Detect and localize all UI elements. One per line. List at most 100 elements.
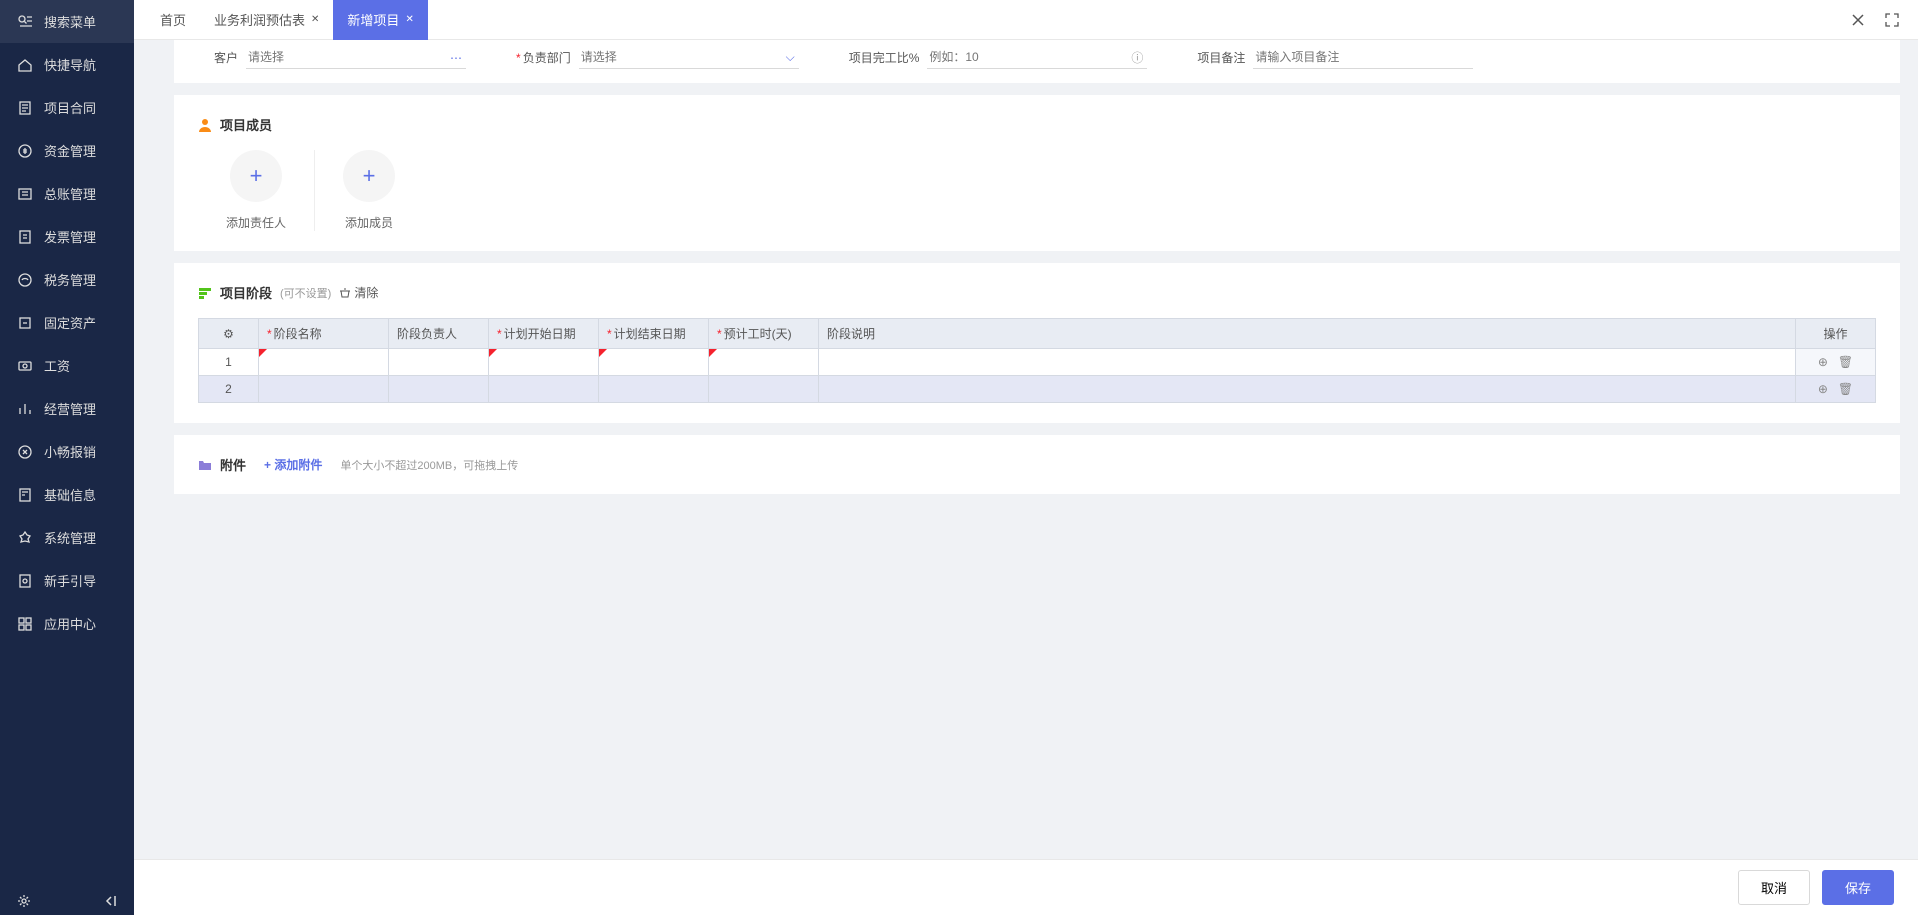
sidebar-item-funds[interactable]: 资金管理 bbox=[0, 129, 134, 172]
sidebar-item-invoice[interactable]: 发票管理 bbox=[0, 215, 134, 258]
app-center-icon bbox=[16, 615, 34, 633]
invoice-icon bbox=[16, 228, 34, 246]
sidebar-item-ledger[interactable]: 总账管理 bbox=[0, 172, 134, 215]
table-row[interactable]: 2 ⊕ 🗑 bbox=[199, 376, 1876, 403]
sidebar-item-label: 系统管理 bbox=[44, 528, 96, 547]
section-attachments: 附件 + 添加附件 单个大小不超过200MB，可拖拽上传 bbox=[174, 435, 1900, 494]
sidebar-item-system[interactable]: 系统管理 bbox=[0, 516, 134, 559]
field-label: 项目备注 bbox=[1197, 49, 1245, 66]
cell-stage-name[interactable] bbox=[259, 376, 389, 403]
cell-op: ⊕ 🗑 bbox=[1796, 376, 1876, 403]
save-button[interactable]: 保存 bbox=[1822, 870, 1894, 905]
close-icon[interactable]: ✕ bbox=[311, 14, 319, 25]
sidebar-item-label: 快捷导航 bbox=[44, 55, 96, 74]
user-icon bbox=[198, 118, 212, 132]
tab-label: 业务利润预估表 bbox=[214, 10, 305, 29]
sidebar-item-salary[interactable]: 工资 bbox=[0, 344, 134, 387]
sidebar-item-quicknav[interactable]: 快捷导航 bbox=[0, 43, 134, 86]
delete-row-icon[interactable]: 🗑 bbox=[1838, 382, 1853, 396]
sidebar-item-label: 税务管理 bbox=[44, 270, 96, 289]
col-hours: *预计工时(天) bbox=[709, 319, 819, 349]
add-member-button[interactable]: + bbox=[343, 150, 395, 202]
sidebar-item-label: 应用中心 bbox=[44, 614, 96, 633]
gear-icon: ⚙ bbox=[223, 327, 234, 341]
section-members: 项目成员 + 添加责任人 + 添加成员 bbox=[174, 95, 1900, 251]
cancel-button[interactable]: 取消 bbox=[1738, 870, 1810, 905]
close-panel-icon[interactable] bbox=[1848, 10, 1868, 30]
cell-stage-name[interactable] bbox=[259, 349, 389, 376]
add-owner-button[interactable]: + bbox=[230, 150, 282, 202]
add-owner-label: 添加责任人 bbox=[226, 214, 286, 231]
more-icon[interactable]: ⋯ bbox=[450, 51, 462, 65]
footer-bar: 取消 保存 bbox=[134, 859, 1918, 915]
sidebar-item-fixed-asset[interactable]: 固定资产 bbox=[0, 301, 134, 344]
sidebar-bottom bbox=[0, 881, 134, 915]
cell-op: ⊕ 🗑 bbox=[1796, 349, 1876, 376]
table-row[interactable]: 1 ⊕ 🗑 bbox=[199, 349, 1876, 376]
cell-end-date[interactable] bbox=[599, 376, 709, 403]
add-owner-block: + 添加责任人 bbox=[198, 150, 314, 231]
stage-icon bbox=[198, 286, 212, 300]
sidebar-item-guide[interactable]: 新手引导 bbox=[0, 559, 134, 602]
sidebar-item-operation[interactable]: 经营管理 bbox=[0, 387, 134, 430]
tab-label: 首页 bbox=[160, 10, 186, 29]
sidebar-item-app-center[interactable]: 应用中心 bbox=[0, 602, 134, 645]
help-icon[interactable]: ⓘ bbox=[1131, 49, 1143, 66]
row-index: 2 bbox=[199, 376, 259, 403]
info-icon bbox=[16, 486, 34, 504]
col-op: 操作 bbox=[1796, 319, 1876, 349]
reimburse-icon bbox=[16, 443, 34, 461]
sidebar-item-basic-info[interactable]: 基础信息 bbox=[0, 473, 134, 516]
col-start-date: *计划开始日期 bbox=[489, 319, 599, 349]
completion-input[interactable] bbox=[927, 46, 1147, 69]
main: 首页 业务利润预估表✕ 新增项目✕ 客户 ⋯ *负责部门 bbox=[134, 0, 1918, 915]
sidebar-item-label: 新手引导 bbox=[44, 571, 96, 590]
add-attachment-button[interactable]: + 添加附件 bbox=[264, 456, 322, 473]
cell-stage-owner[interactable] bbox=[389, 349, 489, 376]
col-stage-name: *阶段名称 bbox=[259, 319, 389, 349]
add-row-icon[interactable]: ⊕ bbox=[1818, 382, 1828, 396]
gear-icon[interactable] bbox=[16, 893, 32, 909]
delete-row-icon[interactable]: 🗑 bbox=[1838, 355, 1853, 369]
tab-new-project[interactable]: 新增项目 ✕ bbox=[333, 0, 427, 40]
sidebar-item-label: 总账管理 bbox=[44, 184, 96, 203]
money-icon bbox=[16, 142, 34, 160]
tab-profit-report[interactable]: 业务利润预估表 ✕ bbox=[200, 0, 333, 40]
section-note: (可不设置) bbox=[280, 285, 331, 301]
add-row-icon[interactable]: ⊕ bbox=[1818, 355, 1828, 369]
sidebar-item-label: 经营管理 bbox=[44, 399, 96, 418]
form-row: 客户 ⋯ *负责部门 ⌵ 项目完工比% bbox=[174, 40, 1900, 83]
department-select[interactable] bbox=[579, 46, 799, 69]
clear-stages-button[interactable]: 清除 bbox=[339, 284, 378, 301]
system-icon bbox=[16, 529, 34, 547]
cell-hours[interactable] bbox=[709, 349, 819, 376]
sidebar-item-reimburse[interactable]: 小畅报销 bbox=[0, 430, 134, 473]
cell-desc[interactable] bbox=[819, 349, 1796, 376]
customer-select[interactable] bbox=[246, 46, 466, 69]
cell-start-date[interactable] bbox=[489, 376, 599, 403]
col-desc: 阶段说明 bbox=[819, 319, 1796, 349]
col-gear[interactable]: ⚙ bbox=[199, 319, 259, 349]
fullscreen-icon[interactable] bbox=[1882, 10, 1902, 30]
guide-icon bbox=[16, 572, 34, 590]
collapse-icon[interactable] bbox=[102, 893, 118, 909]
cell-end-date[interactable] bbox=[599, 349, 709, 376]
remark-input[interactable] bbox=[1253, 46, 1473, 69]
home-icon bbox=[16, 56, 34, 74]
close-icon[interactable]: ✕ bbox=[405, 14, 413, 25]
cell-hours[interactable] bbox=[709, 376, 819, 403]
cell-start-date[interactable] bbox=[489, 349, 599, 376]
salary-icon bbox=[16, 357, 34, 375]
sidebar-item-label: 发票管理 bbox=[44, 227, 96, 246]
chevron-down-icon[interactable]: ⌵ bbox=[786, 50, 795, 65]
sidebar-item-tax[interactable]: 税务管理 bbox=[0, 258, 134, 301]
section-title: 附件 bbox=[220, 455, 246, 474]
tab-label: 新增项目 bbox=[347, 10, 399, 29]
tab-home[interactable]: 首页 bbox=[146, 0, 200, 40]
cell-stage-owner[interactable] bbox=[389, 376, 489, 403]
sidebar-item-project-contract[interactable]: 项目合同 bbox=[0, 86, 134, 129]
sidebar: 搜索菜单 快捷导航 项目合同 资金管理 总账管理 发票管理 税务管理 固定资产 bbox=[0, 0, 134, 915]
field-remark: 项目备注 bbox=[1197, 46, 1473, 69]
sidebar-item-search-menu[interactable]: 搜索菜单 bbox=[0, 0, 134, 43]
cell-desc[interactable] bbox=[819, 376, 1796, 403]
